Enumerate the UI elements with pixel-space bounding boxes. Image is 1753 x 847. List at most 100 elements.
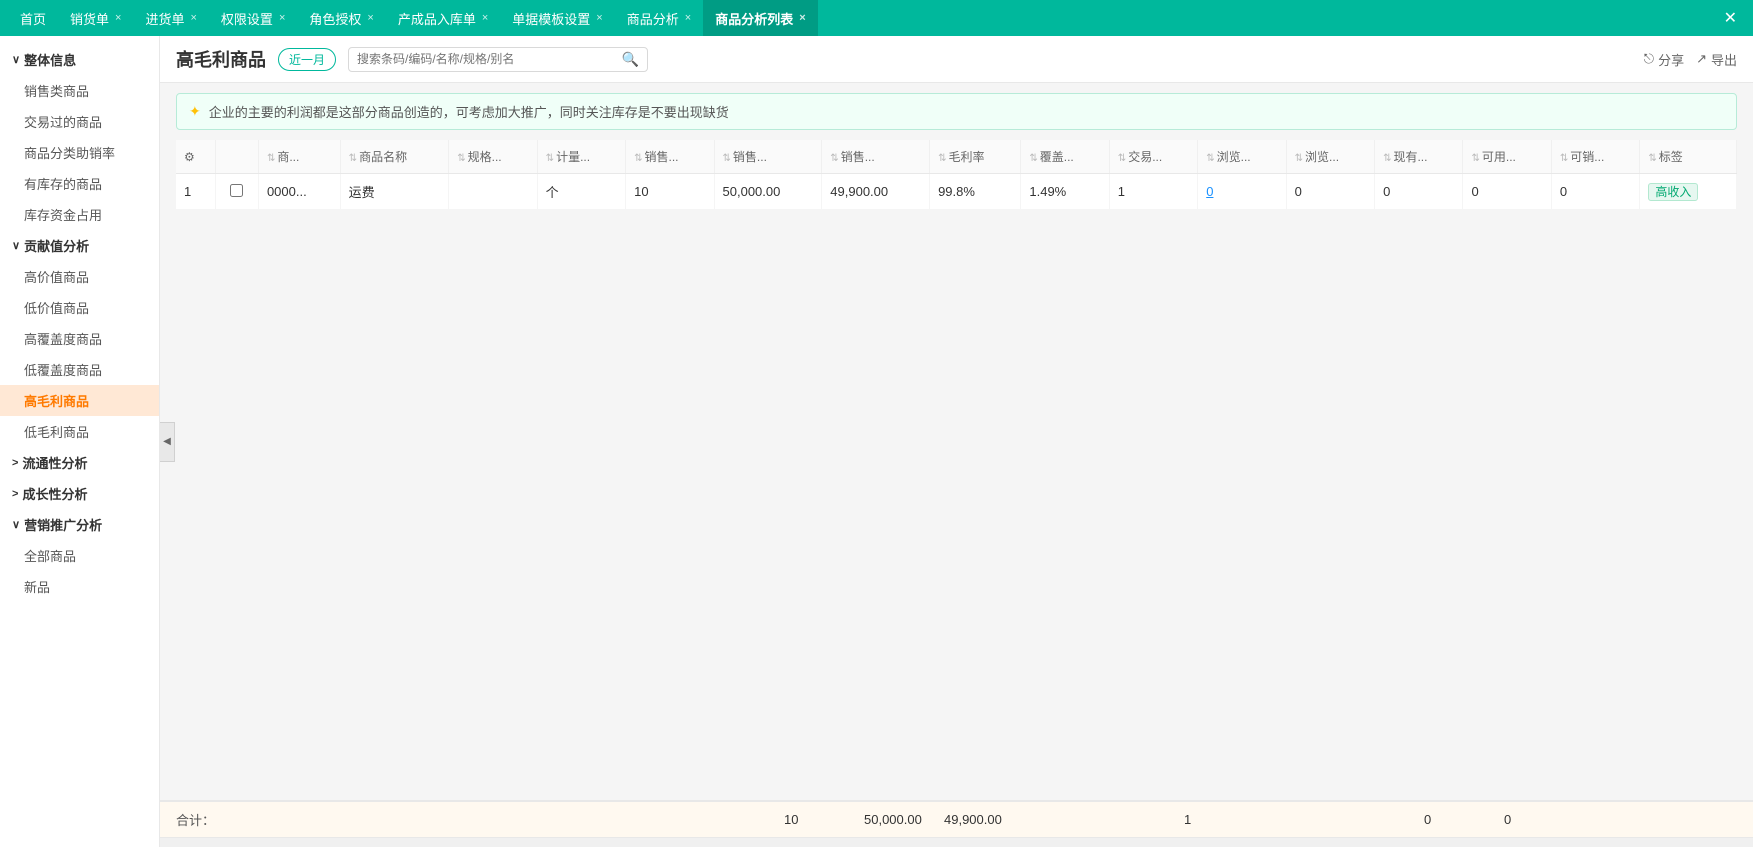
close-tab-销货单[interactable]: × xyxy=(115,12,121,24)
sidebar-arrow-icon: > xyxy=(12,457,18,469)
col-header-browse2[interactable]: ⇅浏览... xyxy=(1286,140,1374,174)
cell-coverage: 1.49% xyxy=(1021,174,1109,210)
sort-icon: ⇅ xyxy=(457,153,465,164)
search-icon[interactable]: 🔍 xyxy=(622,51,639,68)
sidebar-group-贡献值分析: ∨贡献值分析高价值商品低价值商品高覆盖度商品低覆盖度商品高毛利商品低毛利商品 xyxy=(0,230,159,447)
info-icon: ✦ xyxy=(189,103,201,120)
footer-cells: 1050,000.0049,900.00100 xyxy=(296,812,1737,827)
nav-tab-单据模板设置[interactable]: 单据模板设置× xyxy=(500,0,614,36)
close-all-button[interactable]: ✕ xyxy=(1716,8,1745,28)
sidebar-item-低价值商品[interactable]: 低价值商品 xyxy=(0,292,159,323)
bottom-scrollbar[interactable] xyxy=(160,837,1753,847)
col-header-available_stock[interactable]: ⇅可用... xyxy=(1463,140,1551,174)
footer-cell-15: 0 xyxy=(1496,812,1576,827)
sort-icon: ⇅ xyxy=(1471,153,1479,164)
sidebar-arrow-icon: ∨ xyxy=(12,239,20,252)
sidebar-group-title-整体信息[interactable]: ∨整体信息 xyxy=(0,44,159,75)
col-header-sales_cost[interactable]: ⇅销售... xyxy=(822,140,930,174)
sort-icon: ⇅ xyxy=(723,153,731,164)
close-tab-单据模板设置[interactable]: × xyxy=(596,12,602,24)
footer-cell-2 xyxy=(456,812,536,827)
col-header-name[interactable]: ⇅商品名称 xyxy=(340,140,449,174)
col-header-checkbox xyxy=(215,140,258,174)
sidebar-item-低毛利商品[interactable]: 低毛利商品 xyxy=(0,416,159,447)
sidebar-item-库存资金占用[interactable]: 库存资金占用 xyxy=(0,199,159,230)
close-tab-产成品入库单[interactable]: × xyxy=(482,12,488,24)
sidebar-item-高毛利商品[interactable]: 高毛利商品 xyxy=(0,385,159,416)
sort-icon: ⇅ xyxy=(938,153,946,164)
close-tab-商品分析列表[interactable]: × xyxy=(799,12,805,24)
nav-tab-商品分析列表[interactable]: 商品分析列表× xyxy=(703,0,817,36)
sidebar-group-title-成长性分析[interactable]: >成长性分析 xyxy=(0,478,159,509)
sidebar-item-低覆盖度商品[interactable]: 低覆盖度商品 xyxy=(0,354,159,385)
col-header-spec[interactable]: ⇅规格... xyxy=(449,140,537,174)
col-header-coverage[interactable]: ⇅覆盖... xyxy=(1021,140,1109,174)
footer-cell-1 xyxy=(376,812,456,827)
col-header-unit[interactable]: ⇅计量... xyxy=(537,140,625,174)
search-input[interactable] xyxy=(357,52,622,66)
col-header-settings: ⚙ xyxy=(176,140,215,174)
nav-tab-销货单[interactable]: 销货单× xyxy=(58,0,133,36)
sidebar-item-高覆盖度商品[interactable]: 高覆盖度商品 xyxy=(0,323,159,354)
share-icon: ⎋ xyxy=(1644,51,1654,67)
close-tab-进货单[interactable]: × xyxy=(190,12,196,24)
col-header-sales_amount[interactable]: ⇅销售... xyxy=(714,140,822,174)
footer-cell-10 xyxy=(1096,812,1176,827)
top-nav-right: ✕ xyxy=(1716,8,1745,28)
cell-browse1: 0 xyxy=(1198,174,1286,210)
export-button[interactable]: ↗ 导出 xyxy=(1696,50,1737,69)
sidebar-arrow-icon: ∨ xyxy=(12,53,20,66)
footer-cell-14: 0 xyxy=(1416,812,1496,827)
cell-gross_rate: 99.8% xyxy=(930,174,1021,210)
cell-code: 0000... xyxy=(258,174,340,210)
search-box: 🔍 xyxy=(348,47,648,72)
col-header-current_stock[interactable]: ⇅现有... xyxy=(1375,140,1463,174)
nav-tab-权限设置[interactable]: 权限设置× xyxy=(209,0,297,36)
footer-cell-0 xyxy=(296,812,376,827)
close-tab-角色授权[interactable]: × xyxy=(367,12,373,24)
share-button[interactable]: ⎋ 分享 xyxy=(1644,50,1684,69)
col-header-sellable_stock[interactable]: ⇅可销... xyxy=(1551,140,1639,174)
row-checkbox[interactable] xyxy=(230,184,243,197)
col-header-gross_rate[interactable]: ⇅毛利率 xyxy=(930,140,1021,174)
sidebar-item-新品[interactable]: 新品 xyxy=(0,571,159,602)
sidebar-item-高价值商品[interactable]: 高价值商品 xyxy=(0,261,159,292)
col-header-sales_qty[interactable]: ⇅销售... xyxy=(626,140,714,174)
content-area: ◀ 高毛利商品 近一月 🔍 ⎋ 分享 ↗ 导出 xyxy=(160,36,1753,847)
browse-link[interactable]: 0 xyxy=(1206,184,1213,199)
sort-icon: ⇅ xyxy=(1118,153,1126,164)
cell-current_stock: 0 xyxy=(1375,174,1463,210)
sidebar-item-全部商品[interactable]: 全部商品 xyxy=(0,540,159,571)
col-header-code[interactable]: ⇅商... xyxy=(258,140,340,174)
cell-sales_cost: 49,900.00 xyxy=(822,174,930,210)
sidebar-group-title-流通性分析[interactable]: >流通性分析 xyxy=(0,447,159,478)
tag-badge: 高收入 xyxy=(1648,183,1698,201)
sidebar-group-title-贡献值分析[interactable]: ∨贡献值分析 xyxy=(0,230,159,261)
close-tab-权限设置[interactable]: × xyxy=(279,12,285,24)
footer-cell-6: 10 xyxy=(776,812,856,827)
cell-settings: 1 xyxy=(176,174,215,210)
nav-tab-进货单[interactable]: 进货单× xyxy=(133,0,208,36)
sidebar-item-商品分类助销率[interactable]: 商品分类助销率 xyxy=(0,137,159,168)
col-header-tag[interactable]: ⇅标签 xyxy=(1640,140,1737,174)
nav-tab-角色授权[interactable]: 角色授权× xyxy=(297,0,385,36)
sidebar-group-title-营销推广分析[interactable]: ∨营销推广分析 xyxy=(0,509,159,540)
sidebar-group-成长性分析: >成长性分析 xyxy=(0,478,159,509)
col-header-browse1[interactable]: ⇅浏览... xyxy=(1198,140,1286,174)
sidebar-item-交易过的商品[interactable]: 交易过的商品 xyxy=(0,106,159,137)
sidebar-item-有库存的商品[interactable]: 有库存的商品 xyxy=(0,168,159,199)
nav-tab-产成品入库单[interactable]: 产成品入库单× xyxy=(386,0,500,36)
nav-tab-商品分析[interactable]: 商品分析× xyxy=(615,0,703,36)
sort-icon: ⇅ xyxy=(349,153,357,164)
sidebar-item-销售类商品[interactable]: 销售类商品 xyxy=(0,75,159,106)
footer-total: 合计： 1050,000.0049,900.00100 xyxy=(160,800,1753,837)
sort-icon: ⇅ xyxy=(1383,153,1391,164)
col-header-trade[interactable]: ⇅交易... xyxy=(1109,140,1197,174)
footer-cell-16 xyxy=(1576,812,1656,827)
sidebar-collapse-button[interactable]: ◀ xyxy=(160,422,175,462)
nav-tab-首页[interactable]: 首页 xyxy=(8,0,58,36)
filter-recent-month-button[interactable]: 近一月 xyxy=(278,48,336,71)
cell-available_stock: 0 xyxy=(1463,174,1551,210)
close-tab-商品分析[interactable]: × xyxy=(685,12,691,24)
footer-cell-8: 49,900.00 xyxy=(936,812,1016,827)
